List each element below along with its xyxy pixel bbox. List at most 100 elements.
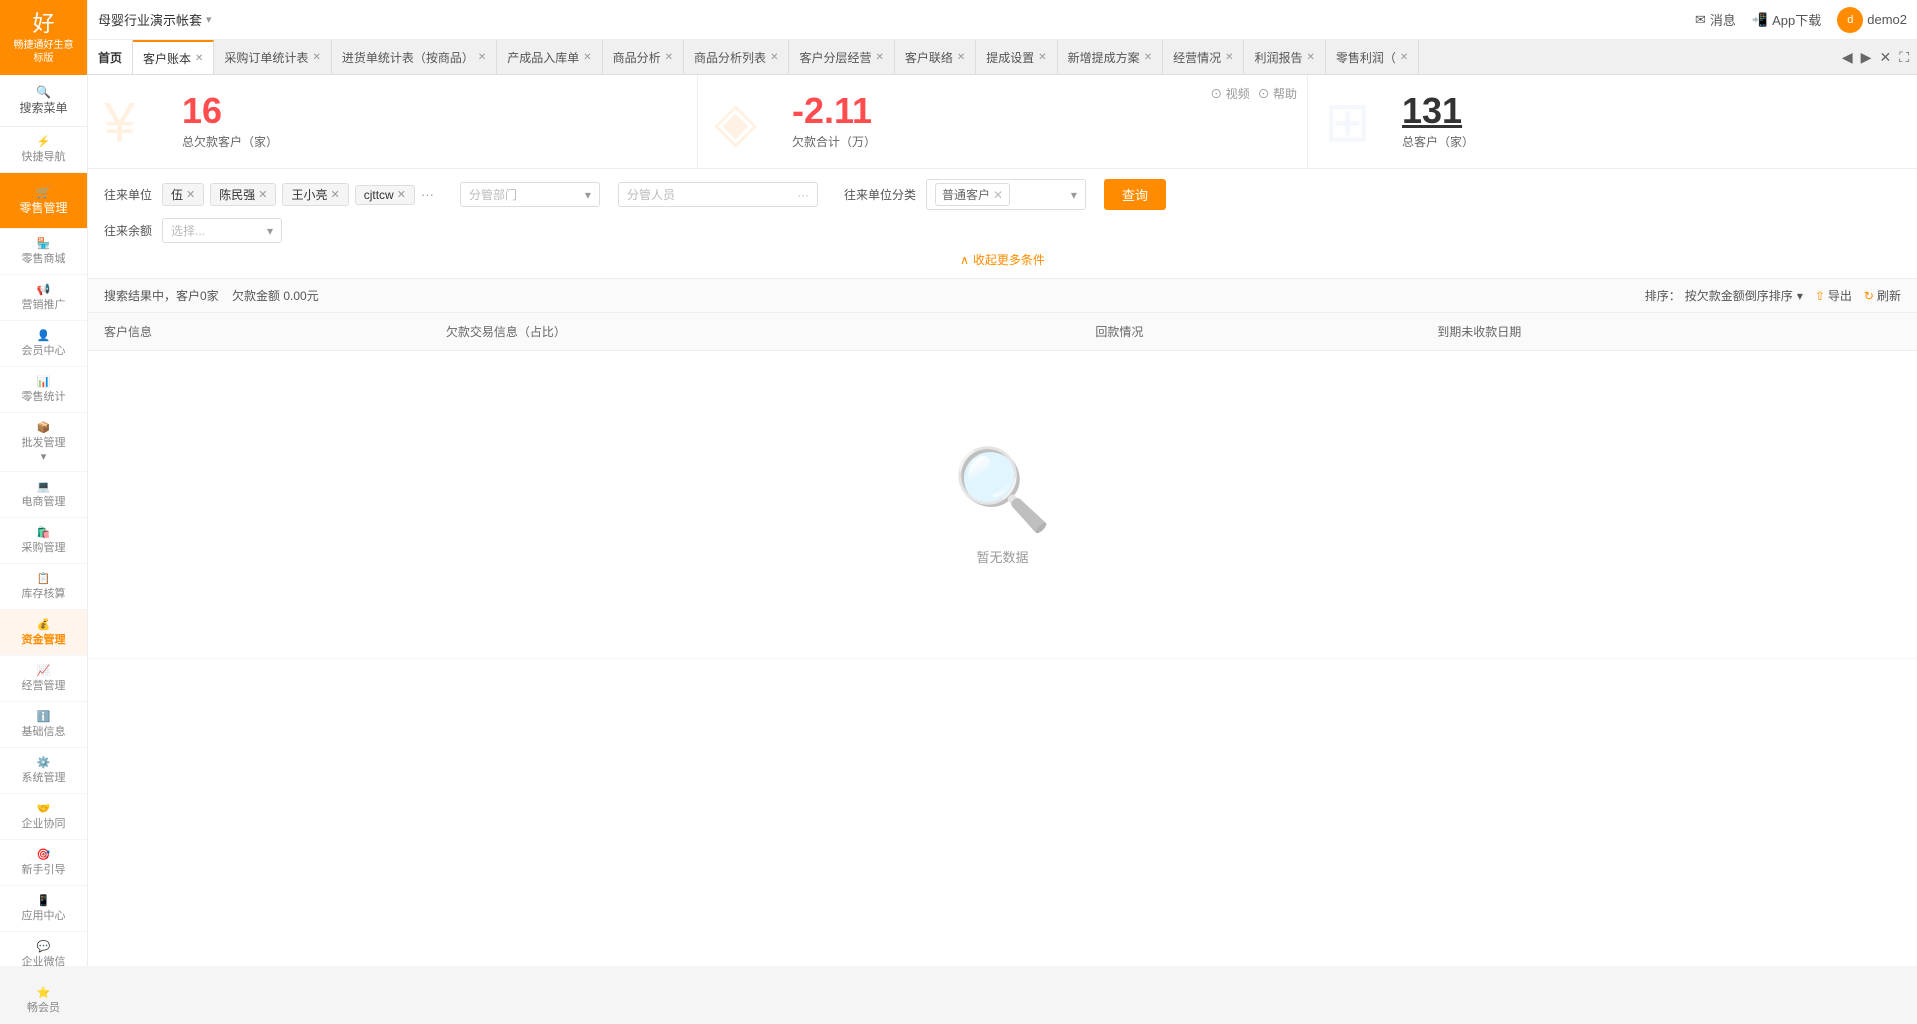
sidebar-item-retail-shop[interactable]: 🏪 零售商城 [0,229,87,275]
sidebar-item-marketing[interactable]: 📢 营销推广 [0,275,87,321]
remove-unit-type-tag[interactable]: ✕ [993,188,1003,202]
remove-tag-chen[interactable]: ✕ [258,188,267,201]
tabbar: 首页 客户账本 ✕ 采购订单统计表 ✕ 进货单统计表（按商品） ✕ 产成品入库单… [88,40,1917,75]
close-tab-icon[interactable]: ✕ [1038,52,1046,63]
stat-label-debt-customers: 总欠款客户（家） [182,133,278,150]
operation-icon: 📈 [4,664,83,677]
close-tab-icon[interactable]: ✕ [1225,52,1233,63]
close-tab-icon[interactable]: ✕ [1144,52,1152,63]
empty-state-icon: 🔍 [953,443,1053,537]
tab-new-achievement[interactable]: 新增提成方案 ✕ [1058,40,1163,74]
sidebar-item-purchase[interactable]: 🛍️ 采购管理 [0,518,87,564]
stat-debt-total: ◈ -2.11 欠款合计（万） ⊙ 视频 ⊙ 帮助 [698,75,1308,168]
filter-unit-label: 往来单位 [104,186,152,203]
sidebar-item-batch-mgmt[interactable]: 📦 批发管理 ▾ [0,413,87,472]
col-customer-info: 客户信息 [88,313,430,351]
close-tab-icon[interactable]: ✕ [195,53,203,64]
retail-shop-icon: 🏪 [4,237,83,250]
tab-operation[interactable]: 经营情况 ✕ [1163,40,1244,74]
sidebar-item-finance[interactable]: 💰 资金管理 [0,610,87,656]
tab-home[interactable]: 首页 [88,40,133,74]
sidebar-item-ecommerce[interactable]: 💻 电商管理 [0,472,87,518]
sidebar-item-label: 快捷导航 [4,148,83,164]
user-menu[interactable]: d demo2 [1837,7,1907,33]
collapse-button[interactable]: ∧ 收起更多条件 [104,251,1901,268]
tab-customer-tier[interactable]: 客户分层经营 ✕ [789,40,894,74]
close-tab-icon[interactable]: ✕ [478,52,486,63]
sidebar-item-basic-info[interactable]: ℹ️ 基础信息 [0,702,87,748]
tab-profit-report[interactable]: 利润报告 ✕ [1244,40,1325,74]
tab-product-analysis-list[interactable]: 商品分析列表 ✕ [684,40,789,74]
account-selector[interactable]: 母婴行业演示帐套 ▾ [98,10,212,29]
remove-tag-cjttcw[interactable]: ✕ [397,188,406,201]
close-tab-icon[interactable]: ✕ [312,52,320,63]
dept-select[interactable]: 分管部门 ▾ [460,182,600,207]
close-tab-icon[interactable]: ✕ [665,52,673,63]
sidebar-item-sys-mgmt[interactable]: ⚙️ 系统管理 [0,748,87,794]
filter-row-1: 往来单位 伍 ✕ 陈民强 ✕ 王小亮 ✕ cjttcw [104,179,1901,210]
tab-submit-settings[interactable]: 提成设置 ✕ [976,40,1057,74]
sidebar-item-new-guide[interactable]: 🎯 新手引导 [0,840,87,886]
chevron-down-icon: ▾ [206,13,212,26]
sidebar-item-label: 搜索菜单 [6,99,81,116]
tab-maximize-icon[interactable]: ⛶ [1897,47,1911,68]
stat-bg-icon: ¥ [104,89,135,154]
member-icon: 👤 [4,329,83,342]
refresh-button[interactable]: ↻ 刷新 [1864,287,1901,304]
close-tab-icon[interactable]: ✕ [583,52,591,63]
tab-customer-contact[interactable]: 客户联络 ✕ [895,40,976,74]
close-tab-icon[interactable]: ✕ [957,52,965,63]
sort-select[interactable]: 排序： 按欠款金额倒序排序 ▾ [1645,287,1803,304]
filter-tag-wang: 王小亮 ✕ [282,183,348,206]
message-button[interactable]: ✉ 消息 [1695,10,1736,29]
new-guide-icon: 🎯 [4,848,83,861]
sidebar-item-enterprise[interactable]: 🤝 企业协同 [0,794,87,840]
enterprise-icon: 🤝 [4,802,83,815]
sidebar-item-label: 新手引导 [4,861,83,877]
tab-label: 产成品入库单 [507,49,579,66]
tab-purchase-stats[interactable]: 进货单统计表（按商品） ✕ [332,40,497,74]
person-select[interactable]: 分管人员 ··· [618,182,818,207]
remove-tag-wu[interactable]: ✕ [186,188,195,201]
logo-icon: 好 [6,10,81,39]
sidebar-item-retail-stats[interactable]: 📊 零售统计 [0,367,87,413]
marketing-icon: 📢 [4,283,83,296]
sidebar-item-retail-mgmt[interactable]: 🛒 零售管理 [0,173,87,229]
sidebar-item-label: 电商管理 [4,493,83,509]
tab-purchase-order[interactable]: 采购订单统计表 ✕ [214,40,331,74]
sidebar-item-inventory[interactable]: 📋 库存核算 [0,564,87,610]
topbar-right: ✉ 消息 📲 App下载 d demo2 [1695,7,1907,33]
filter-unit-tags: 伍 ✕ 陈民强 ✕ 王小亮 ✕ cjttcw ✕ ··· [162,183,434,206]
sidebar-item-operation[interactable]: 📈 经营管理 [0,656,87,702]
tab-customer-book[interactable]: 客户账本 ✕ [133,40,214,74]
video-helper[interactable]: ⊙ 视频 [1210,85,1249,102]
sidebar-item-pro-member[interactable]: ⭐ 畅会员 [0,978,87,1024]
tab-next-icon[interactable]: ▶ [1859,47,1874,68]
close-tab-icon[interactable]: ✕ [875,52,883,63]
help-helper[interactable]: ⊙ 帮助 [1258,85,1297,102]
close-tab-icon[interactable]: ✕ [770,52,778,63]
sidebar-item-quick-nav[interactable]: ⚡ 快捷导航 [0,127,87,173]
export-button[interactable]: ⇧ 导出 [1815,287,1852,304]
sidebar-item-enterprise-wechat[interactable]: 💬 企业微信 [0,932,87,978]
batch-mgmt-icon: 📦 [4,421,83,434]
filter-more-btn[interactable]: ··· [421,187,434,202]
tab-product-analysis[interactable]: 商品分析 ✕ [603,40,684,74]
unit-type-select[interactable]: 普通客户 ✕ ▾ [926,179,1086,210]
app-download-button[interactable]: 📲 App下载 [1752,10,1821,29]
tab-retail-profit[interactable]: 零售利润（ ✕ [1326,40,1419,74]
tab-close-all-icon[interactable]: ✕ [1877,47,1893,68]
tab-product-entry[interactable]: 产成品入库单 ✕ [497,40,602,74]
query-button[interactable]: 查询 [1104,179,1166,210]
tab-label: 利润报告 [1254,49,1302,66]
sidebar-item-label: 应用中心 [4,907,83,923]
sidebar-item-member[interactable]: 👤 会员中心 [0,321,87,367]
balance-select[interactable]: 选择... ▾ [162,218,282,243]
sidebar-item-label: 采购管理 [4,539,83,555]
sidebar-item-app-center[interactable]: 📱 应用中心 [0,886,87,932]
close-tab-icon[interactable]: ✕ [1400,52,1408,63]
remove-tag-wang[interactable]: ✕ [331,188,340,201]
close-tab-icon[interactable]: ✕ [1307,52,1315,63]
sidebar-item-search[interactable]: 🔍 搜索菜单 [0,75,87,127]
tab-prev-icon[interactable]: ◀ [1840,47,1855,68]
